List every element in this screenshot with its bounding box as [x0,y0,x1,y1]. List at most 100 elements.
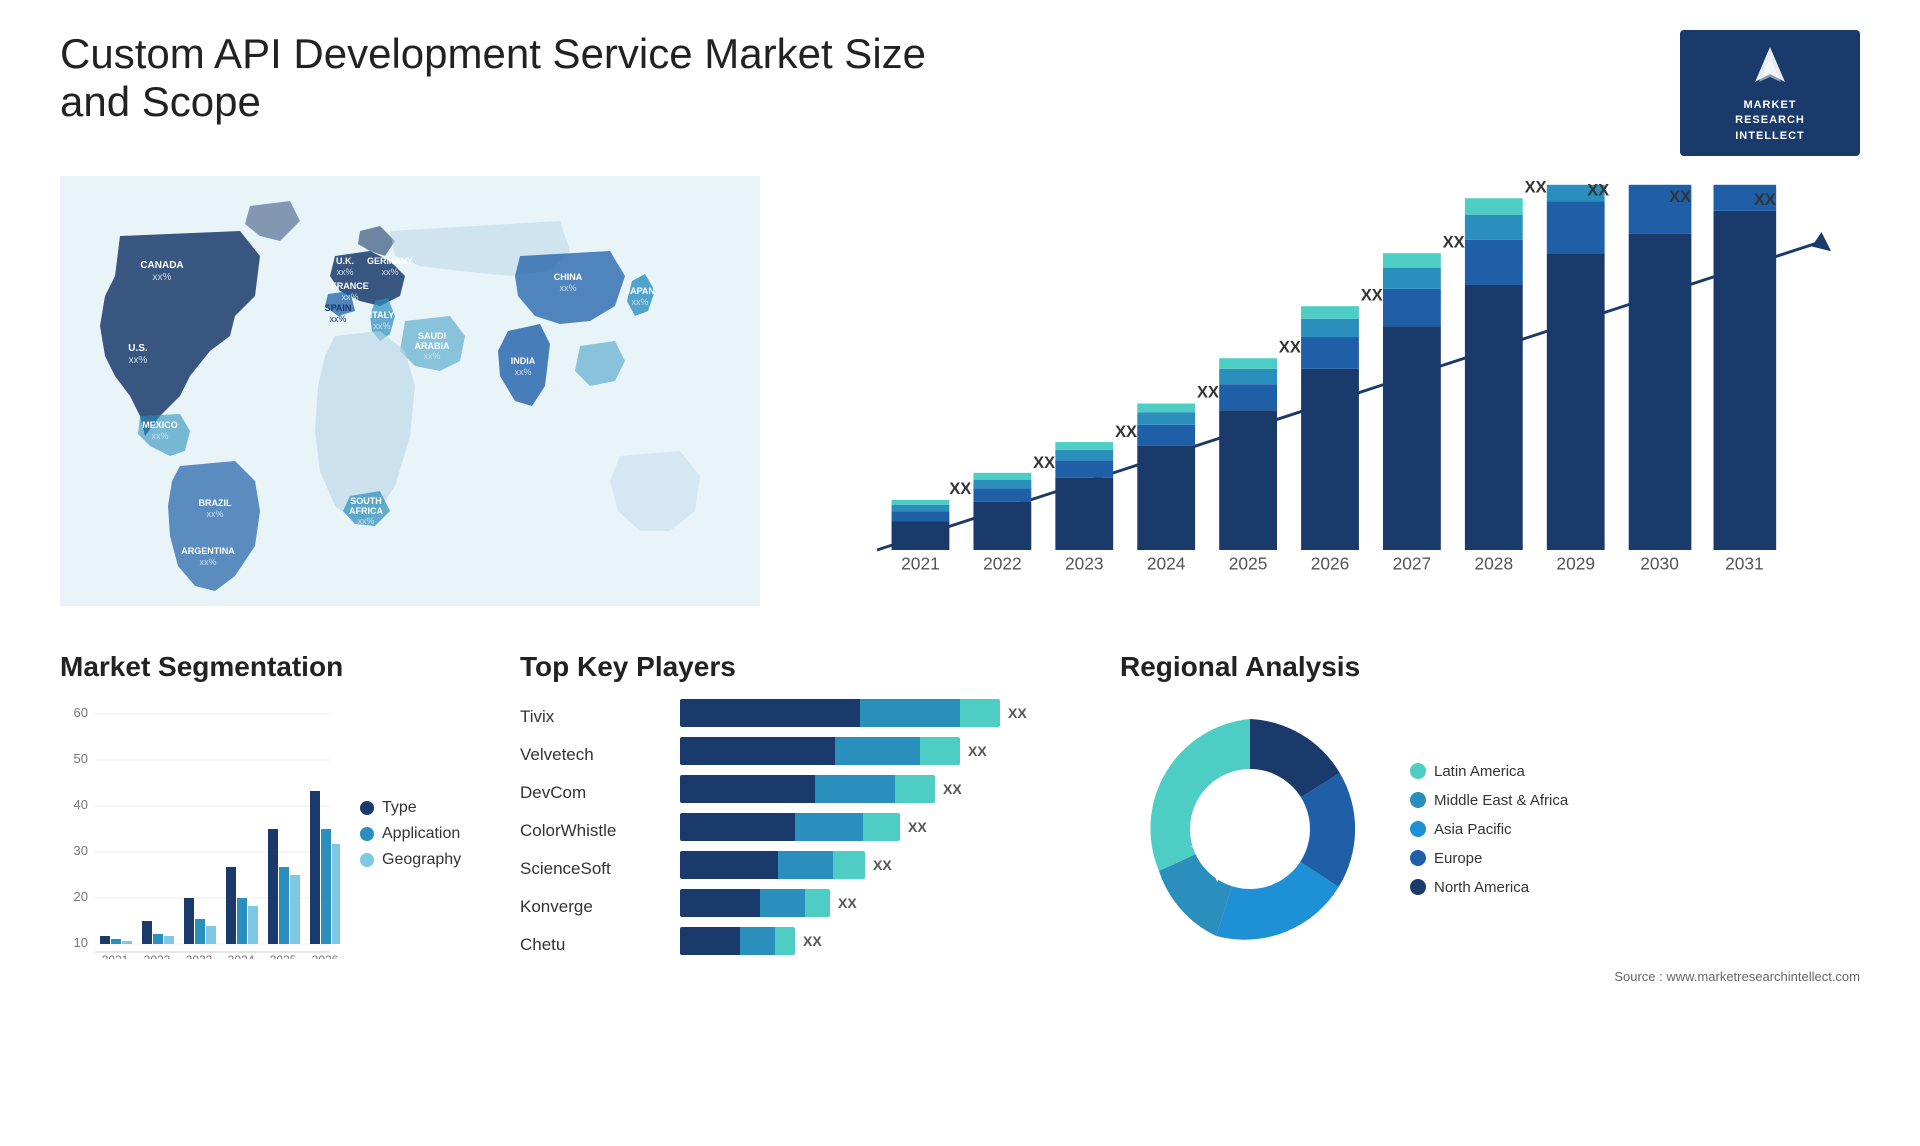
svg-text:2022: 2022 [144,953,171,959]
legend-north-america: North America [1410,879,1568,896]
svg-text:2023: 2023 [1065,553,1104,573]
svg-text:2021: 2021 [901,553,940,573]
svg-text:xx%: xx% [153,272,172,283]
svg-text:SAUDI: SAUDI [418,331,446,341]
svg-text:2030: 2030 [1640,553,1679,573]
svg-text:xx%: xx% [423,351,440,361]
players-list: Tivix Velvetech DevCom ColorWhistle Scie… [520,699,1080,955]
bar-chart-section: 2021 XX 2022 XX 2023 XX [800,176,1860,611]
segmentation-title: Market Segmentation [60,651,480,683]
legend-item-application: Application [360,825,461,843]
world-map-svg: CANADA xx% U.S. xx% MEXICO xx% BRAZIL xx… [60,176,760,606]
svg-text:XX: XX [1115,423,1137,441]
svg-text:2022: 2022 [983,553,1022,573]
svg-text:U.S.: U.S. [128,343,148,354]
svg-text:ARGENTINA: ARGENTINA [181,546,235,556]
application-dot [360,827,374,841]
segmentation-chart: 60 50 40 30 20 10 [60,699,340,959]
svg-text:XX: XX [949,480,971,498]
svg-text:XX: XX [1525,179,1547,197]
map-section: CANADA xx% U.S. xx% MEXICO xx% BRAZIL xx… [60,176,760,611]
svg-text:SPAIN: SPAIN [325,303,352,313]
header: Custom API Development Service Market Si… [60,30,1860,156]
svg-text:XX: XX [1587,182,1609,200]
svg-text:xx%: xx% [151,431,168,441]
regional-section: Regional Analysis [1120,651,1860,984]
player-names: Tivix Velvetech DevCom ColorWhistle Scie… [520,699,650,955]
legend-middle-east-africa: Middle East & Africa [1410,792,1568,809]
legend-latin-america: Latin America [1410,763,1568,780]
svg-text:2025: 2025 [1229,553,1268,573]
svg-text:20: 20 [74,889,88,904]
players-section: Top Key Players Tivix Velvetech DevCom C… [520,651,1080,984]
bottom-section: Market Segmentation 60 50 40 30 20 10 [60,651,1860,984]
svg-text:XX: XX [1669,188,1691,206]
donut-chart [1120,699,1380,959]
player-name-0: Tivix [520,707,650,727]
svg-text:2029: 2029 [1556,553,1595,573]
player-bar-colorwhistle: XX [680,813,1080,841]
svg-text:AFRICA: AFRICA [349,506,383,516]
player-bar-devcom: XX [680,775,1080,803]
svg-text:xx%: xx% [336,267,353,277]
svg-text:2031: 2031 [1725,553,1764,573]
svg-text:2024: 2024 [1147,553,1186,573]
player-bars-area: XX XX [680,699,1080,955]
logo-icon [1745,42,1795,92]
svg-text:SOUTH: SOUTH [350,496,382,506]
svg-text:xx%: xx% [631,297,648,307]
regional-title: Regional Analysis [1120,651,1860,683]
svg-text:30: 30 [74,843,88,858]
svg-text:XX: XX [1443,234,1465,252]
player-bar-velvetech: XX [680,737,1080,765]
player-name-2: DevCom [520,783,650,803]
svg-text:xx%: xx% [514,367,531,377]
legend-asia-pacific: Asia Pacific [1410,821,1568,838]
segmentation-legend: Type Application Geography [360,799,461,869]
svg-text:xx%: xx% [373,321,390,331]
svg-text:xx%: xx% [357,516,374,526]
svg-text:xx%: xx% [341,292,358,302]
svg-text:XX: XX [1033,454,1055,472]
legend-item-geography: Geography [360,851,461,869]
svg-text:2027: 2027 [1393,553,1432,573]
svg-text:INDIA: INDIA [511,356,536,366]
source-text: Source : www.marketresearchintellect.com [1120,969,1860,984]
bar-chart-svg: 2021 XX 2022 XX 2023 XX [800,176,1860,606]
donut-area: Latin America Middle East & Africa Asia … [1120,699,1860,959]
svg-text:2024: 2024 [228,953,255,959]
svg-text:MEXICO: MEXICO [142,420,178,430]
world-map-container: CANADA xx% U.S. xx% MEXICO xx% BRAZIL xx… [60,176,760,606]
player-name-4: ScienceSoft [520,859,650,879]
svg-text:XX: XX [1279,339,1301,357]
legend-europe: Europe [1410,850,1568,867]
player-bar-tivix: XX [680,699,1080,727]
svg-text:CANADA: CANADA [140,260,183,271]
top-section: CANADA xx% U.S. xx% MEXICO xx% BRAZIL xx… [60,176,1860,611]
legend-item-type: Type [360,799,461,817]
svg-text:U.K.: U.K. [336,256,354,266]
svg-text:2025: 2025 [270,953,297,959]
page-wrapper: Custom API Development Service Market Si… [0,0,1920,1146]
player-name-3: ColorWhistle [520,821,650,841]
svg-text:xx%: xx% [559,283,576,293]
player-name-1: Velvetech [520,745,650,765]
svg-text:2028: 2028 [1475,553,1514,573]
svg-text:XX: XX [1754,191,1776,209]
svg-text:2026: 2026 [1311,553,1350,573]
logo-text: MARKET RESEARCH INTELLECT [1735,98,1805,144]
svg-text:GERMANY: GERMANY [367,256,413,266]
svg-text:FRANCE: FRANCE [331,281,369,291]
svg-text:40: 40 [74,797,88,812]
player-bar-konverge: XX [680,889,1080,917]
player-bar-sciencesoft: XX [680,851,1080,879]
svg-text:XX: XX [1361,287,1383,305]
svg-text:xx%: xx% [329,314,346,324]
svg-text:XX: XX [1197,384,1219,402]
svg-text:xx%: xx% [199,557,216,567]
svg-text:xx%: xx% [129,355,148,366]
donut-legend: Latin America Middle East & Africa Asia … [1410,763,1568,896]
svg-text:ARABIA: ARABIA [415,341,450,351]
svg-text:BRAZIL: BRAZIL [199,498,232,508]
svg-text:10: 10 [74,935,88,950]
